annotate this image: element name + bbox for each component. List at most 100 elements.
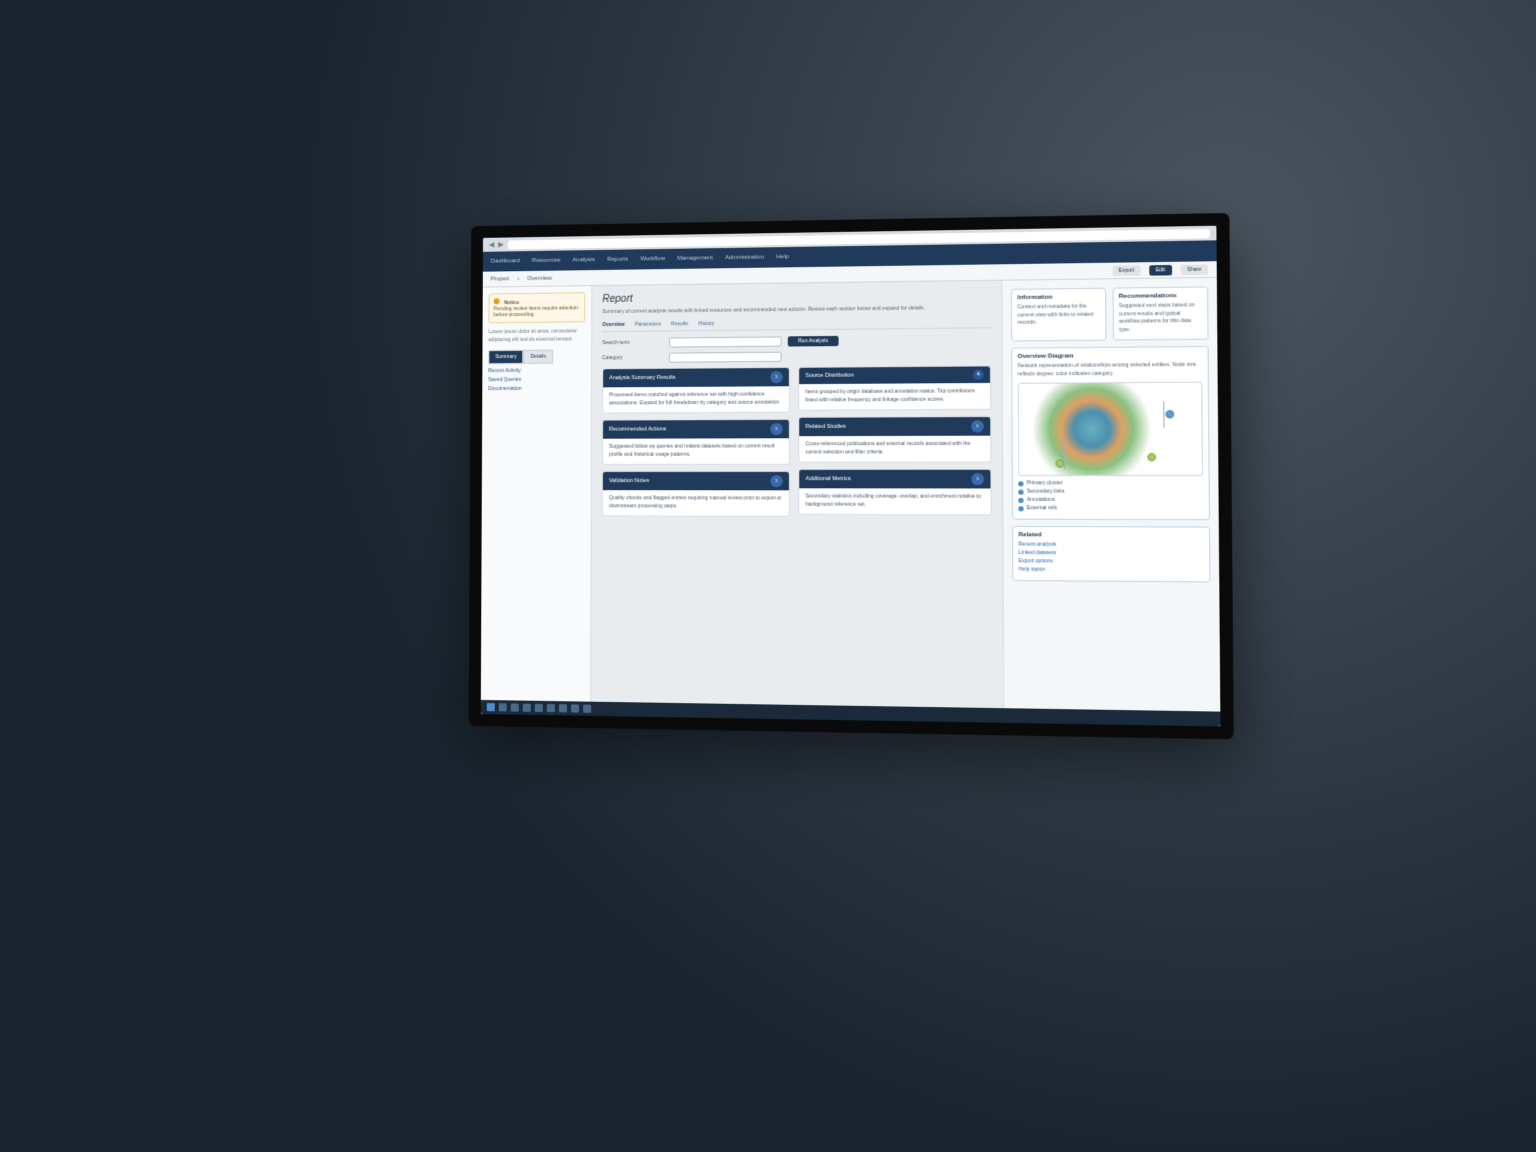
main-layout: Notice Pending review items require atte… [481,278,1221,727]
search-input[interactable] [669,336,782,347]
card-title: Recommended Actions [609,426,666,432]
info-box: Information Context and metadata for the… [1011,288,1106,342]
field-label: Category [602,355,663,362]
ribbon-item[interactable]: Dashboard [491,258,520,264]
related-link[interactable]: Help topics [1019,566,1204,573]
run-button[interactable]: Run Analysis [788,336,839,347]
count-badge: 4 [973,370,984,380]
sidebar-tabs: Summary Details [488,349,585,364]
ribbon-item[interactable]: Administration [725,254,764,261]
result-card: Validation Notes › Quality checks and fl… [602,471,790,517]
main-content: Report Summary of current analysis resul… [591,281,1003,723]
result-card: Recommended Actions › Suggested follow-u… [602,419,790,465]
card-title: Analysis Summary Results [609,375,675,381]
sidebar-tab[interactable]: Summary [488,350,523,364]
sidebar-link[interactable]: Documentation [488,385,585,392]
ribbon-item[interactable]: Management [677,255,713,262]
right-panel: Information Context and metadata for the… [1001,278,1220,727]
alert-body: Pending review items require attention b… [494,305,581,318]
related-link[interactable]: Export options [1019,558,1204,565]
card-body: Secondary statistics including coverage,… [799,488,990,514]
taskbar-app-icon[interactable] [559,704,567,712]
card-grid: Analysis Summary Results › Processed ite… [602,365,992,523]
breadcrumb[interactable]: Project [491,276,510,282]
related-link[interactable]: Linked datasets [1018,550,1203,557]
related-box: Related Recent analysis Linked datasets … [1012,526,1211,583]
ribbon-item[interactable]: Workflow [640,256,665,262]
legend-item: Secondary links [1018,488,1203,494]
graph-node-icon [1055,459,1064,467]
info-body: Suggested next steps based on current re… [1119,302,1202,334]
share-button[interactable]: Share [1180,264,1208,275]
graph-node-icon [1147,453,1156,461]
forward-icon[interactable]: ▶ [498,241,503,249]
edit-button[interactable]: Edit [1149,264,1171,275]
start-icon[interactable] [487,703,495,711]
tab-results[interactable]: Results [671,321,688,327]
tab-overview[interactable]: Overview [602,322,624,328]
related-title: Related [1018,532,1203,539]
card-header[interactable]: Analysis Summary Results › [603,368,789,387]
tab-history[interactable]: History [698,321,714,327]
expand-icon[interactable]: › [770,423,782,435]
card-title: Related Studies [805,424,845,430]
category-row: Category [602,350,991,363]
info-box: Recommendations Suggested next steps bas… [1112,286,1208,340]
sidebar-tab[interactable]: Details [524,350,553,364]
sidebar-alert: Notice Pending review items require atte… [489,292,586,323]
taskbar-app-icon[interactable] [523,704,531,712]
expand-icon[interactable]: › [770,371,782,383]
legend-item: External refs [1018,505,1203,512]
bullet-icon [1018,489,1023,494]
card-body: Processed items matched against referenc… [603,386,789,412]
info-title: Information [1017,294,1099,301]
monitor-bezel: ◀ ▶ Dashboard Resources Analysis Reports… [469,213,1234,739]
legend-item: Primary cluster [1018,480,1203,486]
photo-scene: ◀ ▶ Dashboard Resources Analysis Reports… [0,0,1536,1152]
card-title: Source Distribution [805,373,853,379]
card-header[interactable]: Recommended Actions › [603,420,789,439]
card-body: Items grouped by origin database and ann… [799,383,990,410]
card-header[interactable]: Additional Metrics › [799,470,990,489]
info-title: Recommendations [1119,293,1202,300]
ribbon-item[interactable]: Resources [532,258,561,264]
taskbar-app-icon[interactable] [535,704,543,712]
breadcrumb[interactable]: Overview [527,275,552,281]
field-label: Search term [602,340,663,347]
expand-icon[interactable]: › [971,473,984,485]
sidebar-link[interactable]: Recent Activity [488,367,585,374]
content-tabs: Overview Parameters Results History [602,318,991,332]
chevron-right-icon: › [517,276,519,282]
taskbar-app-icon[interactable] [583,705,591,713]
result-card: Analysis Summary Results › Processed ite… [602,367,790,414]
warning-icon [494,298,500,304]
card-header[interactable]: Source Distribution 4 [799,366,990,384]
category-select[interactable] [669,352,782,363]
result-card: Additional Metrics › Secondary statistic… [798,469,991,516]
export-button[interactable]: Export [1112,265,1141,276]
taskbar-app-icon[interactable] [571,704,579,712]
sidebar-link[interactable]: Saved Queries [488,376,585,383]
taskbar-app-icon[interactable] [511,703,519,711]
legend-item: Annotations [1018,497,1203,504]
ribbon-item[interactable]: Analysis [572,257,594,263]
taskbar-app-icon[interactable] [547,704,555,712]
tab-parameters[interactable]: Parameters [635,321,661,327]
card-body: Quality checks and flagged entries requi… [603,490,789,516]
card-header[interactable]: Validation Notes › [603,472,789,490]
ribbon-item[interactable]: Help [776,254,789,260]
expand-icon[interactable]: › [770,475,782,487]
card-header[interactable]: Related Studies › [799,417,990,436]
bullet-icon [1018,481,1023,486]
info-body: Context and metadata for the current vie… [1017,303,1099,327]
related-link[interactable]: Recent analysis [1018,542,1203,549]
ribbon-item[interactable]: Reports [607,257,628,263]
card-title: Additional Metrics [806,476,851,482]
expand-icon[interactable]: › [971,420,984,432]
viz-description: Network representation of relationships … [1018,362,1203,379]
sidebar-description: Lorem ipsum dolor sit amet, consectetur … [488,328,585,344]
network-diagram[interactable] [1018,382,1203,476]
result-card: Related Studies › Cross-referenced publi… [798,416,991,463]
back-icon[interactable]: ◀ [489,241,494,249]
taskbar-app-icon[interactable] [499,703,507,711]
